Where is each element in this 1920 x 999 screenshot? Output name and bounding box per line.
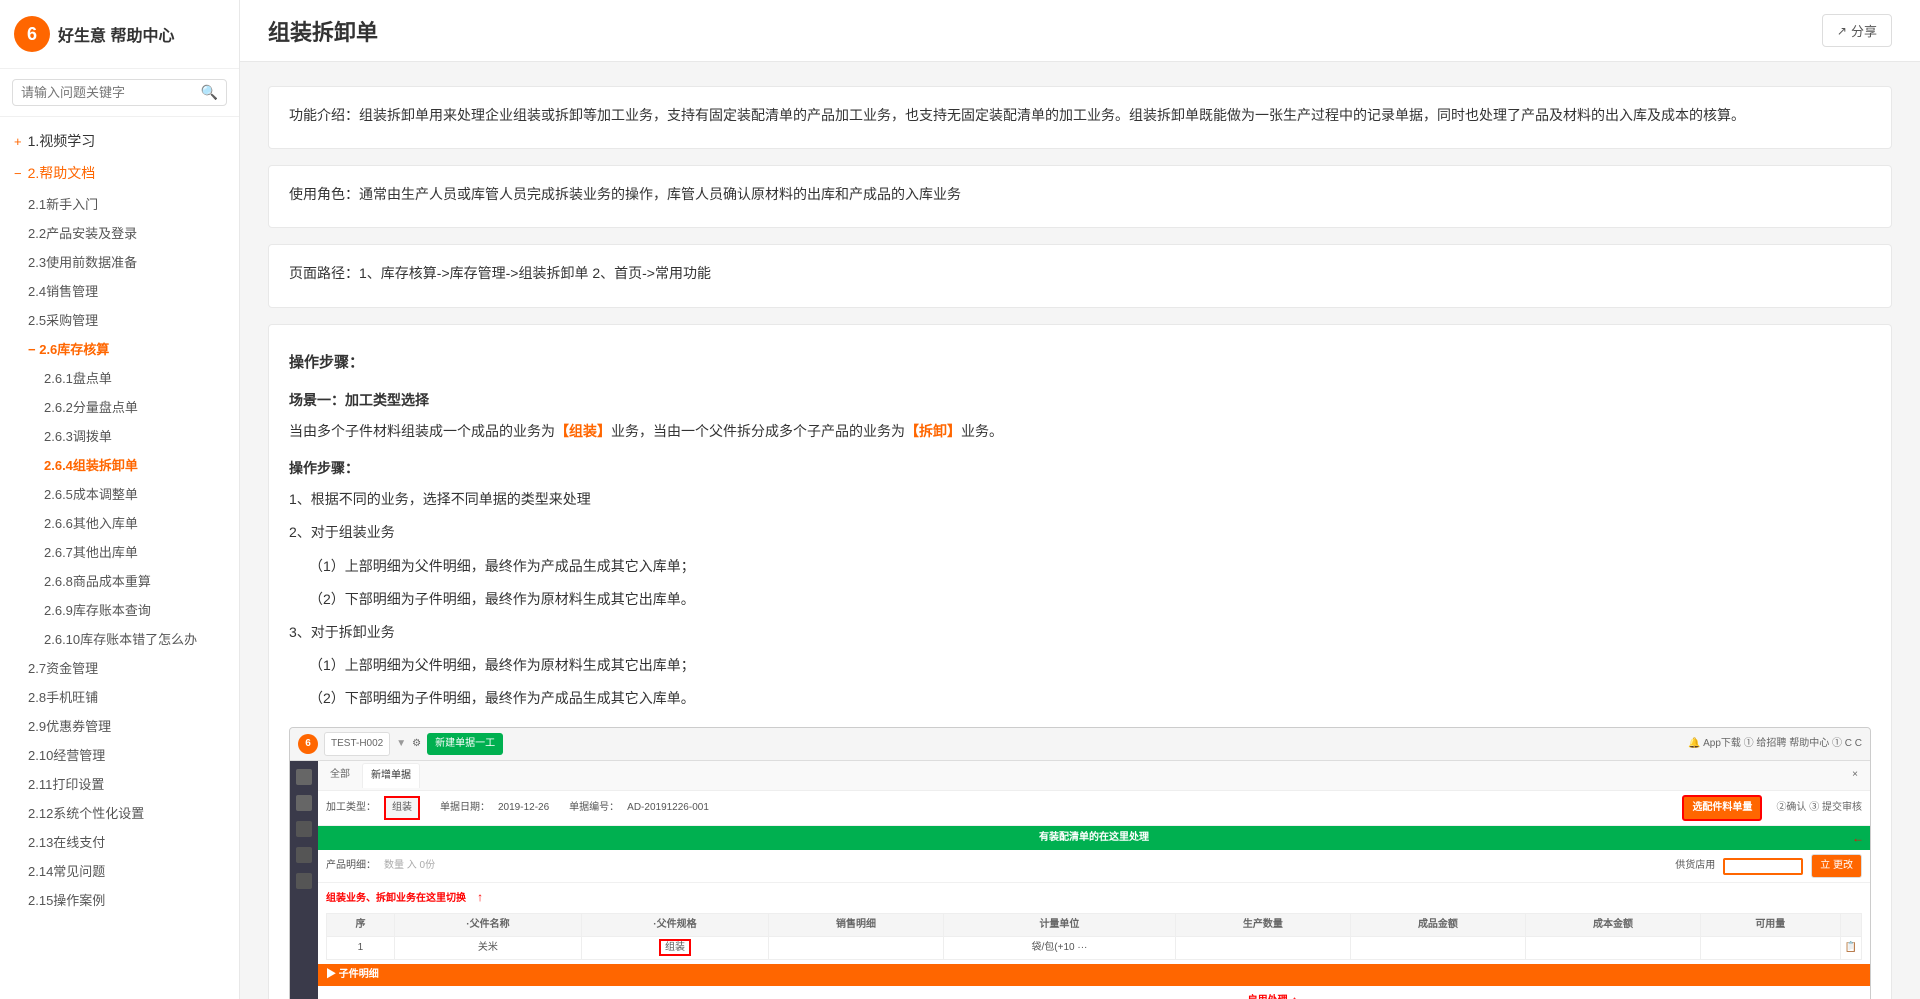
logo-text: 好生意 帮助中心: [58, 22, 174, 46]
sidebar-item-stocktake[interactable]: 2.6.1盘点单: [44, 363, 239, 392]
mock-alert-bar: 有装配清单的在这里处理: [318, 826, 1870, 850]
mock-main-area: 全部 新增单据 × 加工类型： 组装 单据日期：: [290, 761, 1870, 999]
mock-sidebar-icon2: [296, 795, 312, 811]
sidebar-item-video[interactable]: + 1.视频学习: [0, 125, 239, 157]
mock-alert-container: 有装配清单的在这里处理 ←: [318, 826, 1870, 850]
search-input-wrap[interactable]: 🔍: [12, 79, 227, 106]
share-icon: ↗: [1837, 24, 1847, 38]
sidebar-item-sys-config[interactable]: 2.12系统个性化设置: [28, 798, 239, 827]
main-header: 组装拆卸单 ↗ 分享: [240, 0, 1920, 62]
mock-content-area: 全部 新增单据 × 加工类型： 组装 单据日期：: [318, 761, 1870, 999]
sidebar-item-mobile[interactable]: 2.8手机旺铺: [28, 682, 239, 711]
mock-process-type: 组装: [384, 796, 420, 820]
mock-config-btn: 选配件料单量: [1682, 795, 1762, 821]
mock-supplier-input[interactable]: [1723, 858, 1803, 875]
sidebar-item-faq[interactable]: 2.14常见问题: [28, 856, 239, 885]
step2-2: （2）下部明细为子件明细，最终作为原材料生成其它出库单。: [289, 587, 1871, 612]
sidebar: 6 好生意 帮助中心 🔍 + 1.视频学习 − 2.帮助文档 2.1新手入门 2…: [0, 0, 240, 999]
mock-screenshot: 6 TEST-H002 ▼ ⚙ 新建单据一工 🔔 App下载 ① 给招聘 帮助中…: [289, 727, 1871, 999]
mock-tab-list: 全部: [322, 763, 358, 788]
screenshot-wrapper: 6 TEST-H002 ▼ ⚙ 新建单据一工 🔔 App下载 ① 给招聘 帮助中…: [289, 727, 1871, 999]
sidebar-item-other-inbound[interactable]: 2.6.6其他入库单: [44, 508, 239, 537]
mock-thin-sidebar: [290, 761, 318, 999]
step3-2: （2）下部明细为子件明细，最终作为产成品生成其它入库单。: [289, 686, 1871, 711]
plus-icon: +: [14, 134, 22, 149]
mock-type-annotation: 组装业务、拆卸业务在这里切换: [326, 893, 466, 904]
step2-1: （1）上部明细为父件明细，最终作为产成品生成其它入库单；: [289, 554, 1871, 579]
sidebar-item-finance[interactable]: 2.7资金管理: [28, 653, 239, 682]
nav-sub-helpdoc: 2.1新手入门 2.2产品安装及登录 2.3使用前数据准备 2.4销售管理 2.…: [0, 189, 239, 914]
table-row: 1 关米 组装 袋/包(+10 ···: [327, 937, 1862, 960]
main: 组装拆卸单 ↗ 分享 功能介绍：组装拆卸单用来处理企业组装或拆卸等加工业务，支持…: [240, 0, 1920, 999]
intro-block-3: 页面路径：1、库存核算->库存管理->组装拆卸单 2、首页->常用功能: [268, 244, 1892, 307]
sidebar-item-cost-adjust[interactable]: 2.6.5成本调整单: [44, 479, 239, 508]
mock-form-area: 加工类型： 组装 单据日期： 2019-12-26 单据编号： AD-20191…: [318, 791, 1870, 999]
mock-sidebar-icon3: [296, 821, 312, 837]
mock-logo: 6: [298, 734, 318, 754]
sidebar-item-stock-ledger[interactable]: 2.6.9库存账本查询: [44, 595, 239, 624]
op-steps-subtitle: 操作步骤：: [289, 456, 1871, 481]
mock-form-row1: 加工类型： 组装 单据日期： 2019-12-26 单据编号： AD-20191…: [318, 791, 1870, 826]
intro-block-1: 功能介绍：组装拆卸单用来处理企业组装或拆卸等加工业务，支持有固定装配清单的产品加…: [268, 86, 1892, 149]
op-steps-title: 操作步骤：: [289, 349, 1871, 376]
step2: 2、对于组装业务: [289, 520, 1871, 545]
sidebar-item-purchase[interactable]: 2.5采购管理: [28, 305, 239, 334]
sidebar-item-dataprep[interactable]: 2.3使用前数据准备: [28, 247, 239, 276]
sidebar-item-assembly[interactable]: 2.6.4组装拆卸单: [44, 450, 239, 479]
sidebar-item-cost-recalc[interactable]: 2.6.8商品成本重算: [44, 566, 239, 595]
search-bar: 🔍: [0, 69, 239, 117]
page-title: 组装拆卸单: [268, 15, 378, 47]
mock-enable-area: 启用处理 ↑: [318, 986, 1870, 999]
op-steps-block: 操作步骤： 场景一：加工类型选择 当由多个子件材料组装成一个成品的业务为【组装】…: [268, 324, 1892, 999]
sidebar-item-helpdoc[interactable]: − 2.帮助文档: [0, 157, 239, 189]
mock-enable-annotation: 启用处理: [1248, 992, 1288, 999]
sidebar-item-newbie[interactable]: 2.1新手入门: [28, 189, 239, 218]
mock-new-order-btn: 新建单据一工: [427, 733, 503, 755]
sidebar-item-other-outbound[interactable]: 2.6.7其他出库单: [44, 537, 239, 566]
search-input[interactable]: [21, 85, 201, 100]
content-area: 功能介绍：组装拆卸单用来处理企业组装或拆卸等加工业务，支持有固定装配清单的产品加…: [240, 62, 1920, 999]
mock-type-switch-area: 组装业务、拆卸业务在这里切换 ↑: [318, 883, 1870, 913]
sidebar-item-coupon[interactable]: 2.9优惠券管理: [28, 711, 239, 740]
nav-sub-inventory: 2.6.1盘点单 2.6.2分量盘点单 2.6.3调拨单 2.6.4组装拆卸单 …: [28, 363, 239, 653]
step3: 3、对于拆卸业务: [289, 620, 1871, 645]
mock-test-id: TEST-H002: [324, 732, 390, 756]
sidebar-item-print[interactable]: 2.11打印设置: [28, 769, 239, 798]
scenario1-title: 场景一：加工类型选择: [289, 388, 1871, 413]
sidebar-item-transfer[interactable]: 2.6.3调拨单: [44, 421, 239, 450]
sidebar-item-sales[interactable]: 2.4销售管理: [28, 276, 239, 305]
sidebar-item-inventory[interactable]: − 2.6库存核算: [28, 334, 239, 363]
sidebar-item-ops[interactable]: 2.10经营管理: [28, 740, 239, 769]
mock-form-row2: 产品明细： 数量 入 0份 供货店用 立 更改: [318, 850, 1870, 883]
intro-block-2: 使用角色：通常由生产人员或库管人员完成拆装业务的操作，库管人员确认原材料的出库和…: [268, 165, 1892, 228]
mock-highlight-cell: 组装: [659, 939, 691, 956]
mock-sidebar-icon1: [296, 769, 312, 785]
logo-icon: 6: [14, 16, 50, 52]
mock-table-container: 序 ·父件名称 ·父件规格 销售明细 计量单位 生产数量 成品金额: [318, 913, 1870, 964]
mock-tab-new: 新增单据: [362, 763, 420, 788]
mock-detail-table: 序 ·父件名称 ·父件规格 销售明细 计量单位 生产数量 成品金额: [326, 913, 1862, 960]
mock-tab-close: ×: [1844, 763, 1866, 788]
mock-separator-bar: ▶ 子件明细: [318, 964, 1870, 986]
mock-confirm-btn: 立 更改: [1811, 854, 1862, 878]
mock-sidebar-icon5: [296, 873, 312, 889]
sidebar-item-cases[interactable]: 2.15操作案例: [28, 885, 239, 914]
share-button[interactable]: ↗ 分享: [1822, 14, 1892, 47]
sidebar-item-install[interactable]: 2.2产品安装及登录: [28, 218, 239, 247]
step1: 1、根据不同的业务，选择不同单据的类型来处理: [289, 487, 1871, 512]
mock-sidebar-icon4: [296, 847, 312, 863]
step3-1: （1）上部明细为父件明细，最终作为原材料生成其它出库单；: [289, 653, 1871, 678]
mock-topbar: 6 TEST-H002 ▼ ⚙ 新建单据一工 🔔 App下载 ① 给招聘 帮助中…: [290, 728, 1870, 761]
sidebar-item-partial-stocktake[interactable]: 2.6.2分量盘点单: [44, 392, 239, 421]
search-icon[interactable]: 🔍: [201, 84, 218, 101]
scenario1-desc: 当由多个子件材料组装成一个成品的业务为【组装】业务，当由一个父件拆分成多个子产品…: [289, 419, 1871, 444]
mock-alert-arrow: ←: [1852, 826, 1864, 850]
minus-icon: −: [14, 166, 22, 181]
sidebar-item-stock-error[interactable]: 2.6.10库存账本错了怎么办: [44, 624, 239, 653]
mock-tab-bar: 全部 新增单据 ×: [318, 761, 1870, 791]
sidebar-item-online-pay[interactable]: 2.13在线支付: [28, 827, 239, 856]
nav-list: + 1.视频学习 − 2.帮助文档 2.1新手入门 2.2产品安装及登录 2.3…: [0, 117, 239, 999]
logo-area: 6 好生意 帮助中心: [0, 0, 239, 69]
